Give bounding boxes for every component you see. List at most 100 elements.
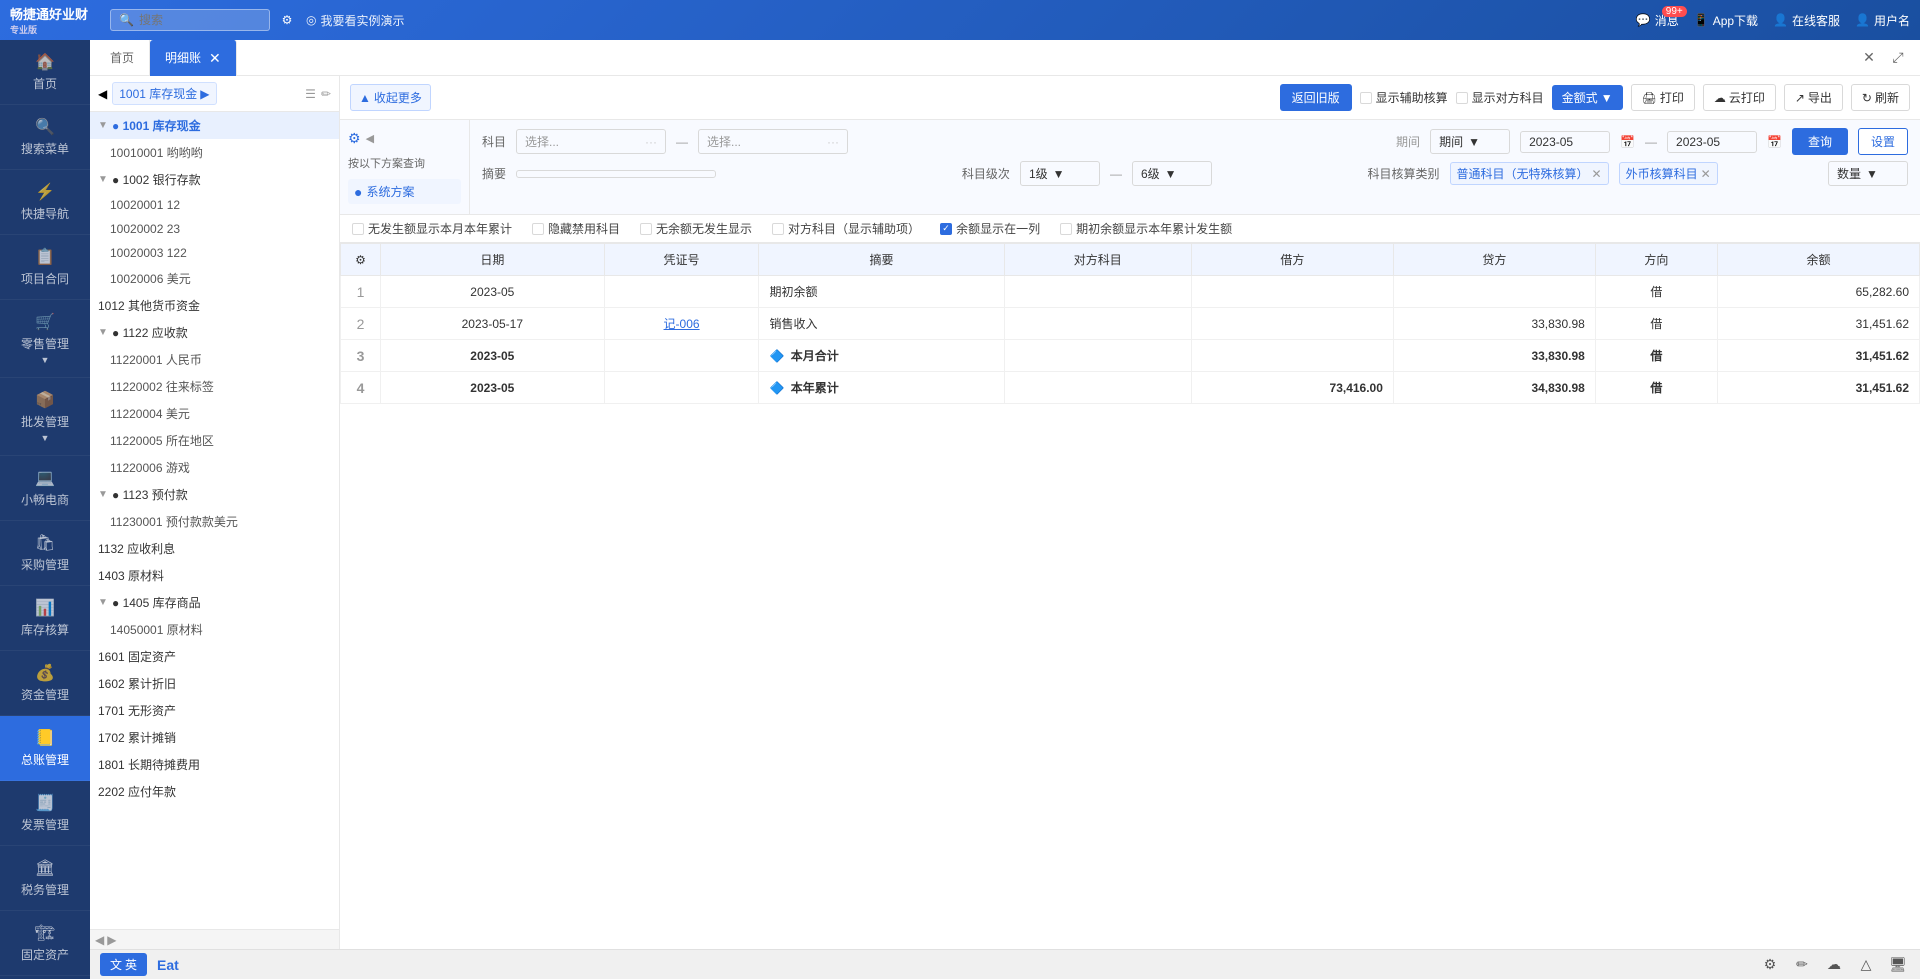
sidebar-item-purchase[interactable]: 🛍 采购管理: [0, 521, 90, 586]
tree-item-10020006[interactable]: 10020006 美元: [90, 265, 339, 292]
row-gear[interactable]: 3: [341, 340, 381, 372]
tree-breadcrumb-btn[interactable]: 1001 库存现金 ▶: [112, 82, 216, 105]
tree-prev-btn[interactable]: ◀: [98, 87, 107, 101]
sidebar-item-quicknav[interactable]: ⚡ 快捷导航: [0, 170, 90, 235]
sidebar-item-invoice[interactable]: 🧾 发票管理: [0, 781, 90, 846]
tree-item-10020001[interactable]: 10020001 12: [90, 193, 339, 217]
collapse-btn[interactable]: ◀: [366, 132, 374, 145]
tree-item-1602[interactable]: 1602 累计折旧: [90, 670, 339, 697]
status-monitor-icon[interactable]: 🖥: [1886, 953, 1910, 977]
opposite-checkbox[interactable]: [1456, 92, 1468, 104]
status-chart-icon[interactable]: △: [1854, 953, 1878, 977]
tree-item-1122[interactable]: ▼ ● 1122 应收款: [90, 319, 339, 346]
tree-item-1405[interactable]: ▼ ● 1405 库存商品: [90, 589, 339, 616]
cb-opening-balance[interactable]: 期初余额显示本年累计发生额: [1060, 220, 1232, 237]
period-type-select[interactable]: 期间 ▼: [1430, 129, 1510, 154]
level-end-select[interactable]: 6级 ▼: [1132, 161, 1212, 186]
tree-item-1132[interactable]: 1132 应收利息: [90, 535, 339, 562]
amount-format-btn[interactable]: 金额式 ▼: [1552, 85, 1623, 110]
row-gear[interactable]: 4: [341, 372, 381, 404]
tree-item-1012[interactable]: 1012 其他货币资金: [90, 292, 339, 319]
tag-close-icon[interactable]: ✕: [1701, 167, 1711, 181]
cb-no-balance[interactable]: 无余额无发生显示: [640, 220, 752, 237]
status-cloud-icon[interactable]: ☁: [1822, 953, 1846, 977]
tree-item-1002[interactable]: ▼ ● 1002 银行存款: [90, 166, 339, 193]
tree-item-2202[interactable]: 2202 应付年款: [90, 778, 339, 805]
tree-item-1403[interactable]: 1403 原材料: [90, 562, 339, 589]
sidebar-item-ecommerce[interactable]: 💻 小畅电商: [0, 456, 90, 521]
tree-item-11220006[interactable]: 11220006 游戏: [90, 454, 339, 481]
cb-opposite-subject[interactable]: 对方科目（显示辅助项）: [772, 220, 920, 237]
tag-close-icon[interactable]: ✕: [1592, 167, 1602, 181]
row-gear[interactable]: 1: [341, 276, 381, 308]
query-btn[interactable]: 查询: [1792, 128, 1848, 155]
tree-item-10020003[interactable]: 10020003 122: [90, 241, 339, 265]
sidebar-item-search[interactable]: 🔍 搜索菜单: [0, 105, 90, 170]
scroll-right-icon[interactable]: ▶: [107, 933, 116, 947]
export-btn[interactable]: ↗ 导出: [1784, 84, 1843, 111]
period-end-date[interactable]: 2023-05: [1667, 131, 1757, 153]
tree-item-14050001[interactable]: 14050001 原材料: [90, 616, 339, 643]
tree-edit-icon[interactable]: ✏: [321, 87, 331, 101]
tree-item-1601[interactable]: 1601 固定资产: [90, 643, 339, 670]
cb-balance-one-col[interactable]: ✓ 余额显示在一列: [940, 220, 1040, 237]
quantity-select[interactable]: 数量 ▼: [1828, 161, 1908, 186]
display-auxiliary-check[interactable]: 显示辅助核算: [1360, 89, 1448, 106]
print-btn[interactable]: 🖨 打印: [1631, 84, 1695, 111]
sidebar-item-retail[interactable]: 🛒 零售管理 ▼: [0, 300, 90, 378]
tree-item-11220001[interactable]: 11220001 人民币: [90, 346, 339, 373]
tab-maximize-btn[interactable]: ⤢: [1886, 46, 1910, 70]
top-search[interactable]: 🔍: [110, 9, 270, 31]
tree-item-1123[interactable]: ▼ ● 1123 预付款: [90, 481, 339, 508]
tree-item-11230001[interactable]: 11230001 预付款款美元: [90, 508, 339, 535]
sidebar-item-home[interactable]: 🏠 首页: [0, 40, 90, 105]
level-start-select[interactable]: 1级 ▼: [1020, 161, 1100, 186]
cb-hide-disabled[interactable]: 隐藏禁用科目: [532, 220, 620, 237]
tree-item-1701[interactable]: 1701 无形资产: [90, 697, 339, 724]
lang-switch-btn[interactable]: 文 英: [100, 953, 147, 976]
sidebar-item-wholesale[interactable]: 📦 批发管理 ▼: [0, 378, 90, 456]
tree-item-1801[interactable]: 1801 长期待摊费用: [90, 751, 339, 778]
tree-item-11220004[interactable]: 11220004 美元: [90, 400, 339, 427]
app-download-btn[interactable]: 📱 App下载: [1694, 12, 1758, 29]
return-old-btn[interactable]: 返回旧版: [1280, 84, 1352, 111]
sidebar-item-capital[interactable]: 💰 资金管理: [0, 651, 90, 716]
tree-item-10010001[interactable]: 10010001 哟哟哟: [90, 139, 339, 166]
expand-more-btn[interactable]: ▲ 收起更多: [350, 84, 431, 111]
period-start-date[interactable]: 2023-05: [1520, 131, 1610, 153]
sidebar-item-ledger[interactable]: 📒 总账管理: [0, 716, 90, 781]
cloud-print-btn[interactable]: ☁ 云打印: [1703, 84, 1776, 111]
system-scheme-btn[interactable]: ● 系统方案: [348, 179, 461, 204]
demo-link[interactable]: ◎ 我要看实例演示: [306, 12, 405, 29]
row-gear[interactable]: 2: [341, 308, 381, 340]
tree-item-11220005[interactable]: 11220005 所在地区: [90, 427, 339, 454]
tab-close-icon[interactable]: ✕: [209, 51, 221, 65]
settings-btn[interactable]: 设置: [1858, 128, 1908, 155]
status-pen-icon[interactable]: ✏: [1790, 953, 1814, 977]
subject-end-input[interactable]: 选择... ···: [698, 129, 848, 154]
auxiliary-checkbox[interactable]: [1360, 92, 1372, 104]
sidebar-item-project[interactable]: 📋 项目合同: [0, 235, 90, 300]
summary-input[interactable]: [516, 170, 716, 178]
filter-tag-normal[interactable]: 普通科目（无特殊核算） ✕: [1450, 162, 1609, 185]
tab-detail-ledger[interactable]: 明细账 ✕: [150, 40, 237, 76]
calendar-end-icon[interactable]: 📅: [1767, 135, 1782, 149]
sidebar-item-tax[interactable]: 🏛 税务管理: [0, 846, 90, 911]
tree-item-10020002[interactable]: 10020002 23: [90, 217, 339, 241]
messages-btn[interactable]: 💬 消息 99+: [1636, 12, 1679, 29]
subject-input[interactable]: 选择... ···: [516, 129, 666, 154]
user-avatar[interactable]: 👤 用户名: [1855, 12, 1910, 29]
tab-close-window-btn[interactable]: ✕: [1857, 46, 1881, 70]
calendar-start-icon[interactable]: 📅: [1620, 135, 1635, 149]
tree-item-1702[interactable]: 1702 累计摊销: [90, 724, 339, 751]
scroll-left-icon[interactable]: ◀: [95, 933, 104, 947]
search-input[interactable]: [139, 13, 261, 27]
sidebar-item-assets[interactable]: 🏗 固定资产: [0, 911, 90, 976]
cb-no-amount[interactable]: 无发生额显示本月本年累计: [352, 220, 512, 237]
sidebar-item-inventory[interactable]: 📊 库存核算: [0, 586, 90, 651]
tree-list-icon[interactable]: ☰: [305, 87, 316, 101]
status-settings-icon[interactable]: ⚙: [1758, 953, 1782, 977]
filter-tag-foreign[interactable]: 外币核算科目 ✕: [1619, 162, 1718, 185]
online-service-btn[interactable]: 👤 在线客服: [1773, 12, 1840, 29]
tree-item-1001[interactable]: ▼ ● 1001 库存现金: [90, 112, 339, 139]
